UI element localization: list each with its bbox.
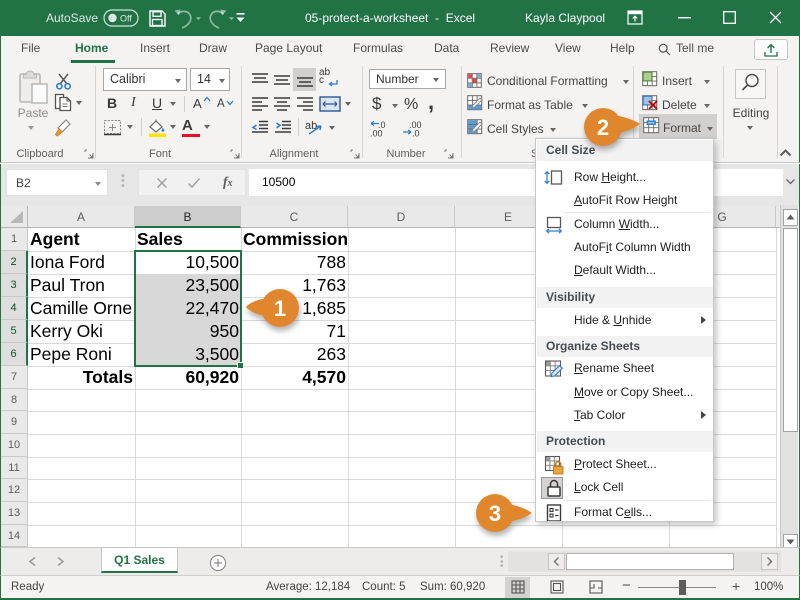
svg-text:.00: .00 [370,129,383,138]
svg-text:2: 2 [597,115,609,140]
svg-text:3: 3 [489,501,501,526]
svg-text:Off: Off [120,14,132,24]
svg-text:1: 1 [274,296,286,321]
svg-text:.0: .0 [412,129,420,138]
